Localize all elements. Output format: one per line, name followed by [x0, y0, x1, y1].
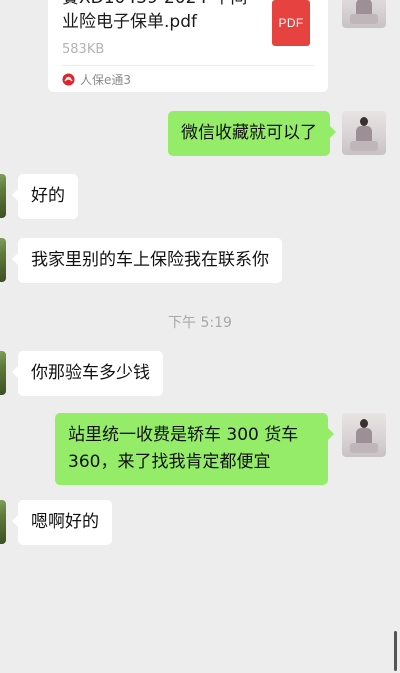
my-avatar[interactable] [342, 111, 386, 155]
message-text: 嗯啊好的 [31, 512, 99, 532]
incoming-message-bubble[interactable]: 你那验车多少钱 [12, 351, 163, 396]
message-timestamp: 下午 5:19 [168, 315, 232, 331]
picc-logo-icon [62, 73, 75, 86]
file-size: 583KB [62, 42, 105, 57]
file-card-divider [62, 65, 314, 66]
contact-avatar[interactable] [0, 351, 6, 395]
outgoing-message-bubble[interactable]: 站里统一收费是轿车 300 货车 360，来了找我肯定都便宜 [55, 413, 334, 485]
incoming-message-bubble[interactable]: 我家里别的车上保险我在联系你 [12, 238, 282, 283]
file-source: 人保e通3 [62, 71, 131, 88]
outgoing-message-bubble[interactable]: 微信收藏就可以了 [168, 111, 336, 156]
incoming-message-bubble[interactable]: 嗯啊好的 [12, 500, 112, 545]
contact-avatar[interactable] [0, 174, 6, 218]
message-text: 微信收藏就可以了 [181, 123, 317, 143]
file-message-card[interactable]: 賽XD10439-2024-中间 业险电子保单.pdf 583KB PDF 人保… [48, 0, 328, 92]
contact-avatar[interactable] [0, 238, 6, 282]
incoming-message-bubble[interactable]: 好的 [12, 174, 78, 219]
scrollbar[interactable] [394, 631, 397, 671]
my-avatar[interactable] [342, 0, 386, 28]
chat-view: 賽XD10439-2024-中间 业险电子保单.pdf 583KB PDF 人保… [0, 0, 400, 673]
message-text: 我家里别的车上保险我在联系你 [31, 250, 269, 270]
message-text: 你那验车多少钱 [31, 363, 150, 383]
file-source-label: 人保e通3 [80, 73, 132, 87]
contact-avatar[interactable] [0, 500, 6, 544]
file-name: 賽XD10439-2024-中间 业险电子保单.pdf [62, 0, 247, 32]
my-avatar[interactable] [342, 413, 386, 457]
message-text: 好的 [31, 186, 65, 206]
message-text: 站里统一收费是轿车 300 货车 360，来了找我肯定都便宜 [68, 425, 299, 472]
pdf-file-icon: PDF [272, 0, 310, 46]
